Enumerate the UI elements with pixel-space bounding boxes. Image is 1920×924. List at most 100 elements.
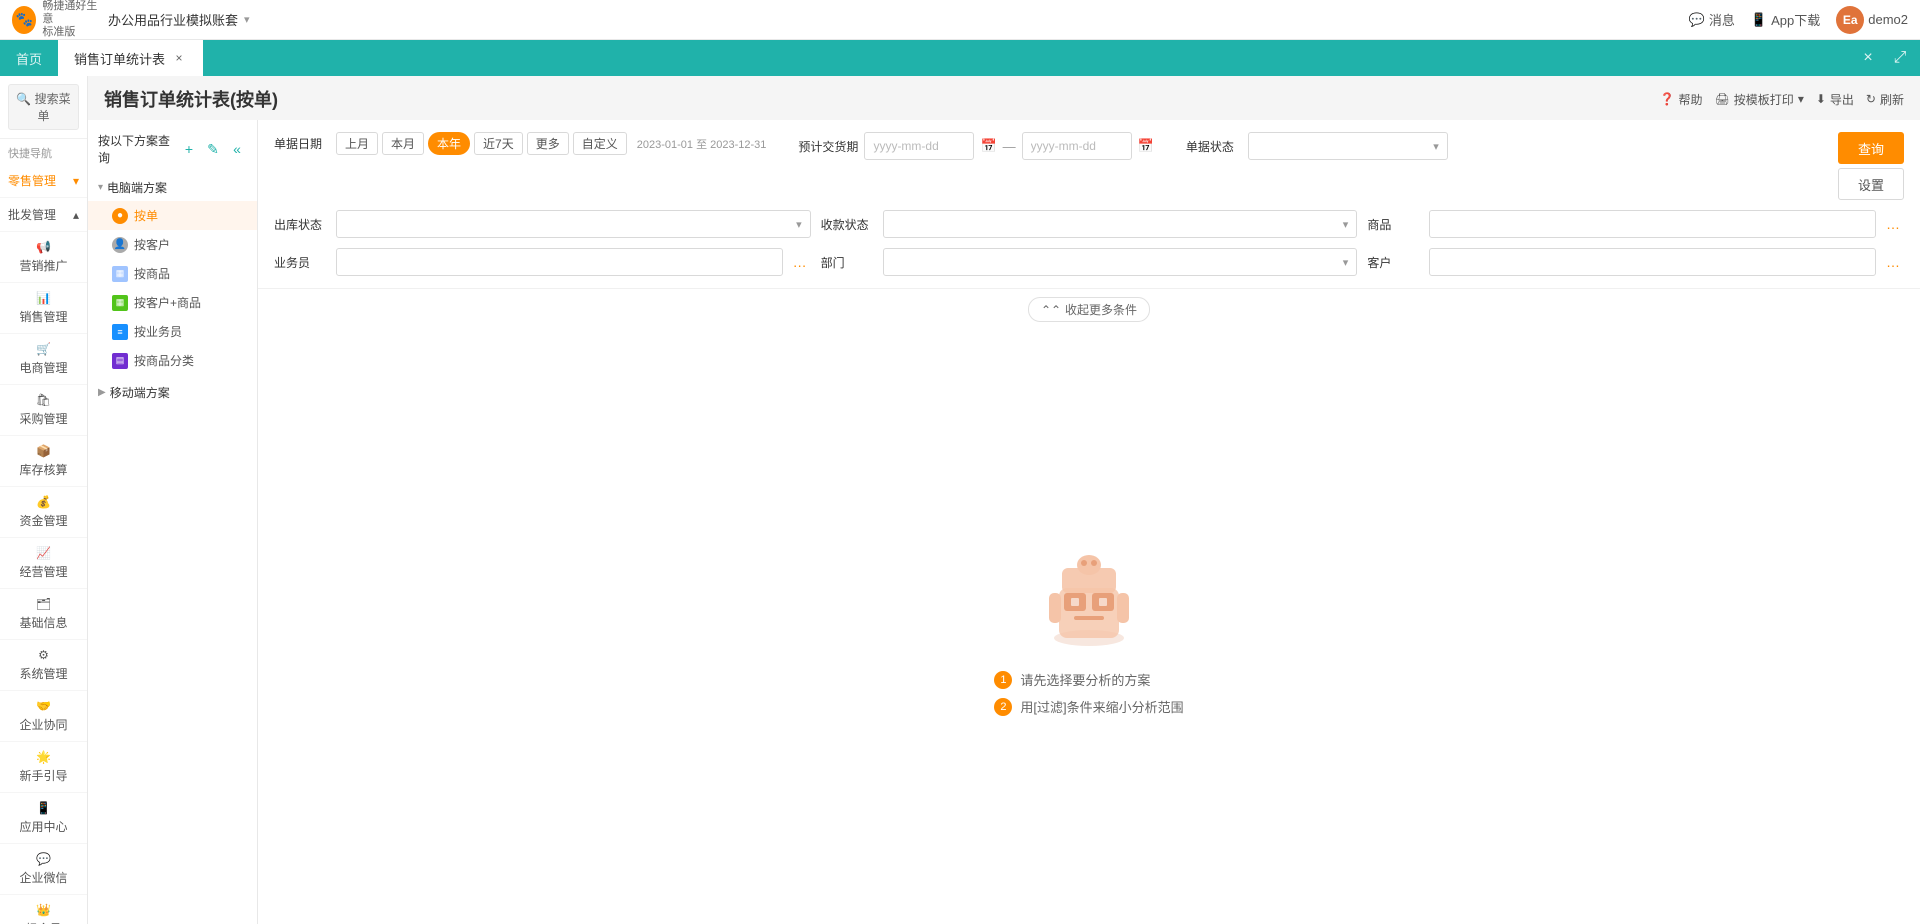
tab-bar: 首页 销售订单统计表 × × ⤢ xyxy=(0,40,1920,76)
empty-tip-1: 1 请先选择要分析的方案 xyxy=(994,670,1183,689)
customer-label: 客户 xyxy=(1367,254,1423,271)
scheme-item-staff[interactable]: ≡ 按业务员 xyxy=(88,317,257,346)
ship-status-label: 出库状态 xyxy=(274,216,330,233)
date-buttons: 上月 本月 本年 近7天 更多 自定义 xyxy=(336,132,627,155)
sidebar-item-wechat[interactable]: 💬 企业微信 xyxy=(0,844,87,895)
sidebar-item-ecom[interactable]: 🛒 电商管理 xyxy=(0,334,87,385)
tab-sales-report[interactable]: 销售订单统计表 × xyxy=(58,40,203,76)
scheme-category-icon: ▤ xyxy=(112,353,128,369)
page-title-bar: 销售订单统计表(按单) ❓ 帮助 🖨 按模板打印 ▾ ⬇ 导出 ↻ 刷新 xyxy=(88,76,1920,120)
customer-dots-btn[interactable]: … xyxy=(1882,254,1904,270)
scheme-item-customer[interactable]: 👤 按客户 xyxy=(88,230,257,259)
staff-input[interactable] xyxy=(336,248,783,276)
scheme-item-category[interactable]: ▤ 按商品分类 xyxy=(88,346,257,375)
sidebar-newbie-icon: 🌟 xyxy=(36,750,51,764)
status-select[interactable]: ▾ xyxy=(1248,132,1448,160)
sidebar-item-retail[interactable]: 零售管理 ▾ xyxy=(0,164,87,198)
sidebar-item-marketing[interactable]: 📢 营销推广 xyxy=(0,232,87,283)
sidebar-item-purchase[interactable]: 🛍 采购管理 xyxy=(0,385,87,436)
tab-close-window[interactable]: × xyxy=(1856,46,1880,70)
print-icon: 🖨 xyxy=(1715,92,1730,106)
filter-area: 单据日期 上月 本月 本年 近7天 更多 自定义 2023-01-01 至 20… xyxy=(258,120,1920,288)
collapse-icon: ⌃⌃ xyxy=(1041,303,1061,317)
staff-dots-btn[interactable]: … xyxy=(789,254,811,270)
calendar-to-icon[interactable]: 📅 xyxy=(1138,138,1154,154)
sidebar-item-system[interactable]: ⚙ 系统管理 xyxy=(0,640,87,691)
payment-status-label: 收款状态 xyxy=(821,216,877,233)
scheme-order-icon: ● xyxy=(112,208,128,224)
message-btn[interactable]: 💬 消息 xyxy=(1689,10,1735,29)
date-custom-btn[interactable]: 自定义 xyxy=(573,132,627,155)
sidebar-item-finance[interactable]: 💰 资金管理 xyxy=(0,487,87,538)
tab-bar-actions: × ⤢ xyxy=(1856,46,1920,70)
scheme-item-goods[interactable]: ▦ 按商品 xyxy=(88,259,257,288)
page-content: 按以下方案查询 + ✎ « ▾ 电脑端方案 ● 按单 xyxy=(88,120,1920,924)
tip-num-2: 2 xyxy=(994,698,1012,716)
help-btn[interactable]: ❓ 帮助 xyxy=(1660,91,1703,108)
sidebar-item-basic[interactable]: 🗂 基础信息 xyxy=(0,589,87,640)
export-btn[interactable]: ⬇ 导出 xyxy=(1816,91,1854,108)
search-menu-btn[interactable]: 🔍 搜索菜单 xyxy=(8,84,79,130)
sidebar-item-operations[interactable]: 📈 经营管理 xyxy=(0,538,87,589)
main-layout: 🔍 搜索菜单 快捷导航 零售管理 ▾ 批发管理 ▴ 📢 营销推广 📊 销售管理 … xyxy=(0,76,1920,924)
sidebar-item-wholesale[interactable]: 批发管理 ▴ xyxy=(0,198,87,232)
sidebar-item-member[interactable]: 👑 畅会员 xyxy=(0,895,87,924)
refresh-icon: ↻ xyxy=(1866,92,1876,106)
sidebar-finance-icon: 💰 xyxy=(36,495,51,509)
calendar-from-icon[interactable]: 📅 xyxy=(980,138,996,154)
status-label: 单据状态 xyxy=(1186,138,1242,155)
settings-btn[interactable]: 设置 xyxy=(1838,168,1904,200)
scheme-edit-btn[interactable]: ✎ xyxy=(203,139,223,159)
date-last-month-btn[interactable]: 上月 xyxy=(336,132,378,155)
customer-input[interactable] xyxy=(1429,248,1876,276)
sidebar-item-appstore[interactable]: 📱 应用中心 xyxy=(0,793,87,844)
scheme-staff-icon: ≡ xyxy=(112,324,128,340)
scheme-pc-header[interactable]: ▾ 电脑端方案 xyxy=(88,174,257,201)
sidebar-appstore-icon: 📱 xyxy=(36,801,51,815)
refresh-btn[interactable]: ↻ 刷新 xyxy=(1866,91,1904,108)
content-area: 销售订单统计表(按单) ❓ 帮助 🖨 按模板打印 ▾ ⬇ 导出 ↻ 刷新 xyxy=(88,76,1920,924)
expected-date-from-input[interactable] xyxy=(864,132,974,160)
tab-expand[interactable]: ⤢ xyxy=(1888,46,1912,70)
date-last7-btn[interactable]: 近7天 xyxy=(474,132,523,155)
goods-input[interactable] xyxy=(1429,210,1876,238)
scheme-collapse-btn[interactable]: « xyxy=(227,139,247,159)
tab-close-icon[interactable]: × xyxy=(171,50,187,66)
goods-label: 商品 xyxy=(1367,216,1423,233)
date-range-text: 2023-01-01 至 2023-12-31 xyxy=(637,136,767,152)
date-more-btn[interactable]: 更多 xyxy=(527,132,569,155)
collapse-conditions-btn[interactable]: ⌃⌃ 收起更多条件 xyxy=(1028,297,1150,322)
scheme-item-cust-goods[interactable]: ▦ 按客户+商品 xyxy=(88,288,257,317)
scheme-customer-icon: 👤 xyxy=(112,237,128,253)
scheme-mobile-header[interactable]: ▶ 移动端方案 xyxy=(88,379,257,406)
print-arrow: ▾ xyxy=(1798,92,1804,106)
app-download-btn[interactable]: 📱 App下载 xyxy=(1751,10,1820,29)
user-info[interactable]: Ea demo2 xyxy=(1836,6,1908,34)
payment-status-select[interactable]: ▾ xyxy=(883,210,1358,238)
goods-dots-btn[interactable]: … xyxy=(1882,216,1904,232)
staff-cell: 业务员 … xyxy=(274,248,811,276)
scheme-item-order[interactable]: ● 按单 xyxy=(88,201,257,230)
filter-row3: 业务员 … 部门 ▾ 客户 xyxy=(274,248,1904,276)
sidebar-item-corp[interactable]: 🤝 企业协同 xyxy=(0,691,87,742)
ship-status-select[interactable]: ▾ xyxy=(336,210,811,238)
top-nav-area: 办公用品行业模拟账套 ▾ xyxy=(100,10,1689,29)
sidebar-item-sales[interactable]: 📊 销售管理 xyxy=(0,283,87,334)
nav-title-arrow[interactable]: ▾ xyxy=(244,13,250,26)
tab-home[interactable]: 首页 xyxy=(0,40,58,76)
date-this-year-btn[interactable]: 本年 xyxy=(428,132,470,155)
goods-cell: 商品 … xyxy=(1367,210,1904,238)
sidebar-member-icon: 👑 xyxy=(36,903,51,917)
expected-date-to-input[interactable] xyxy=(1022,132,1132,160)
sidebar-item-newbie[interactable]: 🌟 新手引导 xyxy=(0,742,87,793)
scheme-add-btn[interactable]: + xyxy=(179,139,199,159)
top-right: 💬 消息 📱 App下载 Ea demo2 xyxy=(1689,6,1908,34)
date-this-month-btn[interactable]: 本月 xyxy=(382,132,424,155)
sidebar-item-inventory[interactable]: 📦 库存核算 xyxy=(0,436,87,487)
scheme-pc-arrow: ▾ xyxy=(98,182,103,193)
dept-select[interactable]: ▾ xyxy=(883,248,1358,276)
query-btn[interactable]: 查询 xyxy=(1838,132,1904,164)
print-btn[interactable]: 🖨 按模板打印 ▾ xyxy=(1715,91,1804,108)
sidebar-sales-icon: 📊 xyxy=(36,291,51,305)
filter-row2: 出库状态 ▾ 收款状态 ▾ xyxy=(274,210,1904,238)
